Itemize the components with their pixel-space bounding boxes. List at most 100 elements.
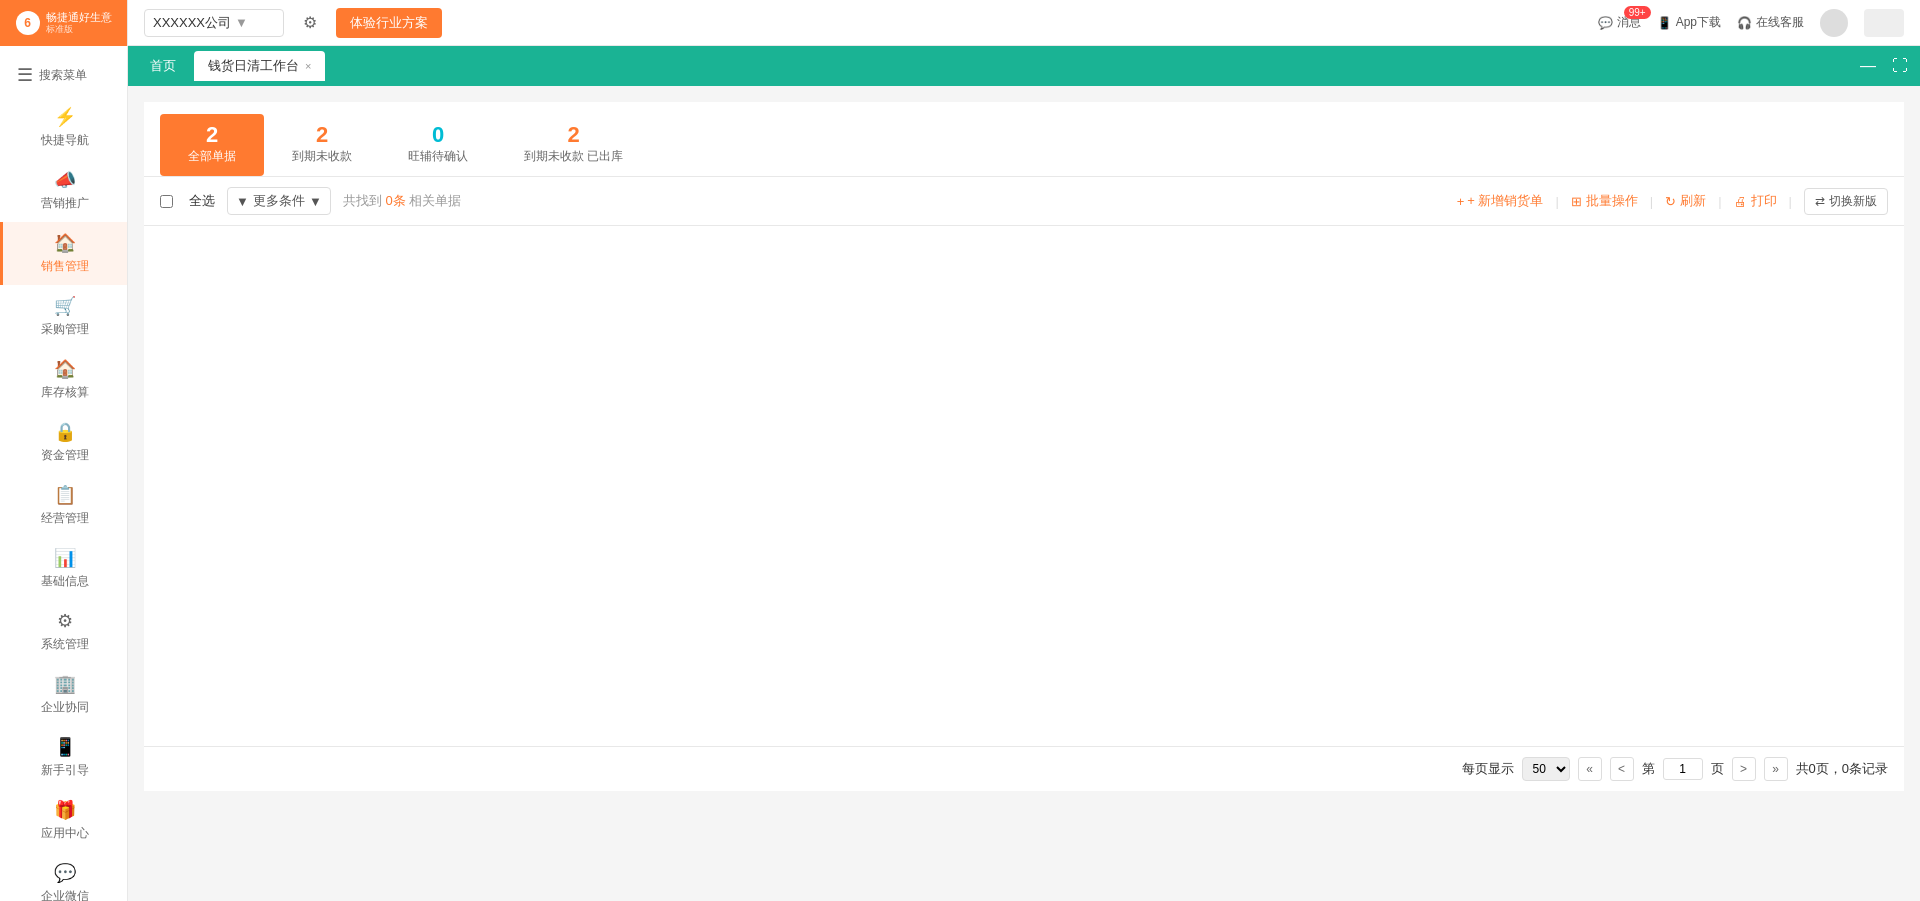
sidebar-item-marketing-label: 营销推广: [41, 195, 89, 212]
sidebar-item-sales[interactable]: 🏠 销售管理: [0, 222, 127, 285]
sidebar-item-purchase-label: 采购管理: [41, 321, 89, 338]
sidebar-item-finance-label: 资金管理: [41, 447, 89, 464]
select-all-checkbox[interactable]: [160, 195, 173, 208]
tab-home[interactable]: 首页: [136, 51, 190, 81]
guide-icon: 📱: [54, 736, 76, 758]
workbench-tabs: 2 全部单据 2 到期未收款 0 旺辅待确认 2 到期未收款 已出库: [144, 102, 1904, 177]
found-suffix: 相关单据: [409, 193, 461, 208]
wb-tab-due-unpaid-label: 到期未收款: [292, 148, 352, 165]
user-avatar[interactable]: [1820, 9, 1848, 37]
per-page-select[interactable]: 50: [1522, 757, 1570, 781]
page-label: 第: [1642, 760, 1655, 778]
tab-close-button[interactable]: ×: [305, 60, 311, 72]
wb-tab-pending[interactable]: 0 旺辅待确认: [380, 114, 496, 176]
messages-button[interactable]: 💬 消息 99+: [1598, 14, 1641, 31]
switch-version-button[interactable]: ⇄ 切换新版: [1804, 188, 1888, 215]
toolbar-right: + + 新增销货单 | ⊞ 批量操作 | ↻ 刷新 | 🖨 打印 | ⇄ 切换新…: [1457, 188, 1888, 215]
online-service-button[interactable]: 🎧 在线客服: [1737, 14, 1804, 31]
sidebar-item-app-center-label: 应用中心: [41, 825, 89, 842]
sidebar-item-quick-nav[interactable]: ⚡ 快捷导航: [0, 96, 127, 159]
tab-workbench-label: 钱货日清工作台: [208, 57, 299, 75]
add-icon: +: [1457, 194, 1465, 209]
sidebar-item-weixin-label: 企业微信: [41, 888, 89, 901]
batch-operation-button[interactable]: ⊞ 批量操作: [1571, 192, 1638, 210]
header-left: XXXXXX公司 ▼ ⚙ 体验行业方案: [144, 8, 442, 38]
sidebar-item-system-label: 系统管理: [41, 636, 89, 653]
sidebar-item-cooperation[interactable]: 🏢 企业协同: [0, 663, 127, 726]
filter-button[interactable]: ▼ 更多条件 ▼: [227, 187, 331, 215]
sidebar-item-guide-label: 新手引导: [41, 762, 89, 779]
sidebar-item-quick-nav-label: 快捷导航: [41, 132, 89, 149]
sidebar-item-operations-label: 经营管理: [41, 510, 89, 527]
print-icon: 🖨: [1734, 194, 1747, 209]
per-page-label: 每页显示: [1462, 760, 1514, 778]
tab-minimize-button[interactable]: —: [1856, 54, 1880, 78]
tab-workbench[interactable]: 钱货日清工作台 ×: [194, 51, 325, 81]
app-download-label: App下载: [1676, 14, 1721, 31]
wb-tab-due-shipped-count: 2: [568, 122, 580, 148]
basic-info-icon: 📊: [54, 547, 76, 569]
sidebar-item-guide[interactable]: 📱 新手引导: [0, 726, 127, 789]
sidebar-item-basic-info[interactable]: 📊 基础信息: [0, 537, 127, 600]
tab-bar: 首页 钱货日清工作台 × — ⛶: [128, 46, 1920, 86]
found-count: 0条: [385, 193, 405, 208]
sidebar-item-weixin[interactable]: 💬 企业微信: [0, 852, 127, 901]
wb-tab-all[interactable]: 2 全部单据: [160, 114, 264, 176]
sidebar-item-app-center[interactable]: 🎁 应用中心: [0, 789, 127, 852]
last-page-button[interactable]: »: [1764, 757, 1788, 781]
sidebar-logo: 6 畅捷通好生意 标准版: [0, 0, 127, 46]
add-sales-order-button[interactable]: + + 新增销货单: [1457, 192, 1544, 210]
refresh-label: 刷新: [1680, 192, 1706, 210]
switch-icon: ⇄: [1815, 194, 1825, 208]
toolbar: 全选 ▼ 更多条件 ▼ 共找到 0条 相关单据 + + 新增销货单 | ⊞ 批量…: [144, 177, 1904, 226]
sidebar-item-search[interactable]: ☰ 搜索菜单: [0, 54, 127, 96]
next-page-button[interactable]: >: [1732, 757, 1756, 781]
prev-page-button[interactable]: <: [1610, 757, 1634, 781]
finance-icon: 🔒: [54, 421, 76, 443]
sidebar-item-inventory[interactable]: 🏠 库存核算: [0, 348, 127, 411]
print-button[interactable]: 🖨 打印: [1734, 192, 1777, 210]
inventory-icon: 🏠: [54, 358, 76, 380]
sidebar-item-operations[interactable]: 📋 经营管理: [0, 474, 127, 537]
user-name[interactable]: [1864, 9, 1904, 37]
company-dropdown-icon: ▼: [235, 15, 248, 30]
add-sales-order-label: + 新增销货单: [1467, 192, 1543, 210]
settings-button[interactable]: ⚙: [296, 9, 324, 37]
sidebar-item-sales-label: 销售管理: [41, 258, 89, 275]
search-menu-icon: ☰: [17, 64, 33, 86]
purchase-icon: 🛒: [54, 295, 76, 317]
header-right: 💬 消息 99+ 📱 App下载 🎧 在线客服: [1598, 9, 1904, 37]
message-icon: 💬: [1598, 16, 1613, 30]
wb-tab-due-shipped[interactable]: 2 到期未收款 已出库: [496, 114, 651, 176]
system-icon: ⚙: [57, 610, 73, 632]
wb-tab-due-unpaid-count: 2: [316, 122, 328, 148]
app-download-button[interactable]: 📱 App下载: [1657, 14, 1721, 31]
wb-tab-due-unpaid[interactable]: 2 到期未收款: [264, 114, 380, 176]
select-all-label: 全选: [189, 192, 215, 210]
sidebar-menu: ☰ 搜索菜单 ⚡ 快捷导航 📣 营销推广 🏠 销售管理 🛒 采购管理 🏠 库存核…: [0, 46, 127, 901]
sidebar-item-system[interactable]: ⚙ 系统管理: [0, 600, 127, 663]
sidebar-item-marketing[interactable]: 📣 营销推广: [0, 159, 127, 222]
refresh-button[interactable]: ↻ 刷新: [1665, 192, 1706, 210]
refresh-icon: ↻: [1665, 194, 1676, 209]
quick-nav-icon: ⚡: [54, 106, 76, 128]
first-page-button[interactable]: «: [1578, 757, 1602, 781]
tab-maximize-button[interactable]: ⛶: [1888, 54, 1912, 78]
sidebar-item-purchase[interactable]: 🛒 采购管理: [0, 285, 127, 348]
filter-chevron-icon: ▼: [309, 194, 322, 209]
sidebar-item-inventory-label: 库存核算: [41, 384, 89, 401]
sidebar-item-finance[interactable]: 🔒 资金管理: [0, 411, 127, 474]
wb-tab-pending-label: 旺辅待确认: [408, 148, 468, 165]
header: XXXXXX公司 ▼ ⚙ 体验行业方案 💬 消息 99+ 📱 App下载 🎧 在…: [128, 0, 1920, 46]
logo-text: 畅捷通好生意 标准版: [46, 10, 112, 36]
batch-label: 批量操作: [1586, 192, 1638, 210]
company-selector[interactable]: XXXXXX公司 ▼: [144, 9, 284, 37]
total-label: 共0页，0条记录: [1796, 760, 1888, 778]
sidebar-item-search-label: 搜索菜单: [39, 67, 87, 84]
sidebar-item-basic-info-label: 基础信息: [41, 573, 89, 590]
app-download-icon: 📱: [1657, 16, 1672, 30]
online-service-label: 在线客服: [1756, 14, 1804, 31]
batch-icon: ⊞: [1571, 194, 1582, 209]
trial-button[interactable]: 体验行业方案: [336, 8, 442, 38]
page-number-input[interactable]: [1663, 758, 1703, 780]
